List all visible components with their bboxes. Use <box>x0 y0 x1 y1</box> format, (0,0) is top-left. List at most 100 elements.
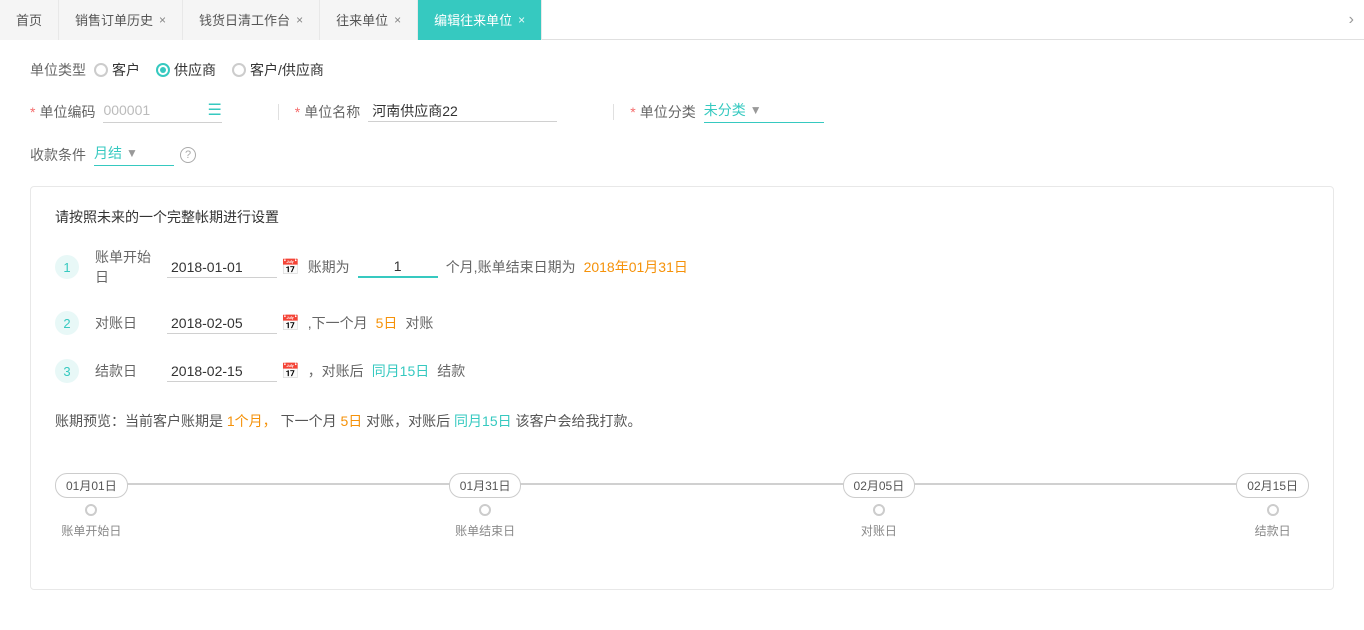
reconcile-date-input[interactable] <box>167 313 277 334</box>
tab-cash-work-label: 钱货日清工作台 <box>199 10 290 29</box>
payment-row: 收款条件 月结 ▼ ? <box>30 143 1334 166</box>
name-required: * <box>295 104 300 120</box>
code-input-wrap: ☰ <box>103 100 221 123</box>
payment-date-cal-icon[interactable]: 📅 <box>281 362 300 380</box>
preview-mid: 下一个月 <box>281 413 337 429</box>
preview-suffix: 该客户会给我打款。 <box>516 413 642 429</box>
node-pill-1: 01月01日 <box>55 473 128 498</box>
node-dot-1 <box>85 504 97 516</box>
radio-both[interactable]: 客户/供应商 <box>232 60 324 80</box>
code-input[interactable] <box>103 102 203 118</box>
row-num-1: 1 <box>55 255 79 279</box>
name-label: 单位名称 <box>304 102 360 122</box>
start-date-input[interactable] <box>167 257 277 278</box>
sep2 <box>613 104 614 120</box>
name-item: * 单位名称 <box>295 101 557 122</box>
period-text-1: 账期为 <box>308 257 350 277</box>
tabs-bar: 首页 销售订单历史 × 钱货日清工作台 × 往来单位 × 编辑往来单位 × › <box>0 0 1364 40</box>
period-row-2: 2 对账日 📅 ,下一个月 5日 对账 <box>55 311 1309 335</box>
section-title: 请按照未来的一个完整帐期进行设置 <box>55 207 1309 227</box>
tab-edit-partner[interactable]: 编辑往来单位 × <box>418 0 542 40</box>
node-dot-2 <box>479 504 491 516</box>
node-dot-4 <box>1267 504 1279 516</box>
period-text-6: 结款 <box>437 361 465 381</box>
tab-partner-label: 往来单位 <box>336 10 388 29</box>
payment-date-input[interactable] <box>167 361 277 382</box>
unit-type-radio-group: 客户 供应商 客户/供应商 <box>94 60 324 80</box>
unit-type-label: 单位类型 <box>30 60 86 80</box>
payment-dropdown[interactable]: 月结 ▼ <box>94 143 174 166</box>
timeline-node-2: 01月31日 账单结束日 <box>449 473 522 539</box>
timeline: 01月01日 账单开始日 01月31日 账单结束日 02月05日 对账日 02月… <box>55 463 1309 569</box>
payment-label: 收款条件 <box>30 145 86 165</box>
code-list-icon[interactable]: ☰ <box>207 100 221 120</box>
code-item: * 单位编码 ☰ <box>30 100 222 123</box>
payment-item: 收款条件 月结 ▼ ? <box>30 143 196 166</box>
category-dropdown[interactable]: 未分类 ▼ <box>704 100 824 123</box>
payment-help-icon[interactable]: ? <box>180 147 196 163</box>
sep1 <box>278 104 279 120</box>
tab-edit-partner-label: 编辑往来单位 <box>434 10 512 29</box>
category-label: 单位分类 <box>640 102 696 122</box>
code-required: * <box>30 104 35 120</box>
period-text-3: ,下一个月 <box>308 313 368 333</box>
node-sublabel-4: 结款日 <box>1255 522 1291 539</box>
unit-type-row: 单位类型 客户 供应商 客户/供应商 <box>30 60 1334 80</box>
radio-supplier-label: 供应商 <box>174 60 216 80</box>
timeline-node-3: 02月05日 对账日 <box>843 473 916 539</box>
tab-cash-work[interactable]: 钱货日清工作台 × <box>183 0 320 40</box>
category-dropdown-arrow: ▼ <box>750 103 762 117</box>
tab-edit-partner-close[interactable]: × <box>518 13 525 27</box>
period-text-5: ，对账后 <box>308 361 364 381</box>
period-section: 请按照未来的一个完整帐期进行设置 1 账单开始日 📅 账期为 个月,账单结束日期… <box>30 186 1334 590</box>
period-text-4: 对账 <box>405 313 433 333</box>
period-num-input[interactable] <box>358 256 438 278</box>
name-input[interactable] <box>368 101 557 122</box>
end-date-highlight: 2018年01月31日 <box>584 257 688 277</box>
preview-reconcile-day: 5日 <box>340 413 362 429</box>
preview-prefix: 账期预览：当前客户账期是 <box>55 413 223 429</box>
radio-both-label: 客户/供应商 <box>250 60 324 80</box>
tab-partner[interactable]: 往来单位 × <box>320 0 418 40</box>
unit-type-item: 单位类型 客户 供应商 客户/供应商 <box>30 60 324 80</box>
preview-period: 1个月， <box>227 413 277 429</box>
radio-customer[interactable]: 客户 <box>94 60 140 80</box>
radio-both-circle <box>232 63 246 77</box>
timeline-nodes: 01月01日 账单开始日 01月31日 账单结束日 02月05日 对账日 02月… <box>55 473 1309 539</box>
category-value: 未分类 <box>704 100 746 120</box>
code-name-category-row: * 单位编码 ☰ * 单位名称 * 单位分类 未分类 ▼ <box>30 100 1334 123</box>
reconcile-highlight: 5日 <box>376 313 398 333</box>
tab-cash-work-close[interactable]: × <box>296 13 303 27</box>
reconcile-date-cal-icon[interactable]: 📅 <box>281 314 300 332</box>
row-num-3: 3 <box>55 359 79 383</box>
radio-customer-circle <box>94 63 108 77</box>
row-label-3: 结款日 <box>95 361 155 381</box>
tab-sales-history-close[interactable]: × <box>159 13 166 27</box>
node-sublabel-3: 对账日 <box>861 522 897 539</box>
tab-sales-history[interactable]: 销售订单历史 × <box>59 0 183 40</box>
preview-text: 账期预览：当前客户账期是 1个月， 下一个月 5日 对账，对账后 同月15日 该… <box>55 407 1309 435</box>
node-dot-3 <box>873 504 885 516</box>
tab-sales-history-label: 销售订单历史 <box>75 10 153 29</box>
tab-partner-close[interactable]: × <box>394 13 401 27</box>
start-date-cal-icon[interactable]: 📅 <box>281 258 300 276</box>
payment-dropdown-arrow: ▼ <box>126 146 138 160</box>
preview-pay-day: 同月15日 <box>454 413 512 429</box>
timeline-node-4: 02月15日 结款日 <box>1236 473 1309 539</box>
timeline-node-1: 01月01日 账单开始日 <box>55 473 128 539</box>
payment-highlight: 同月15日 <box>372 361 430 381</box>
node-sublabel-1: 账单开始日 <box>61 522 121 539</box>
tab-home[interactable]: 首页 <box>0 0 59 40</box>
radio-supplier[interactable]: 供应商 <box>156 60 216 80</box>
row-num-2: 2 <box>55 311 79 335</box>
node-pill-4: 02月15日 <box>1236 473 1309 498</box>
node-pill-3: 02月05日 <box>843 473 916 498</box>
code-label: 单位编码 <box>39 102 95 122</box>
tabs-scroll-arrow[interactable]: › <box>1339 11 1364 29</box>
main-content: 单位类型 客户 供应商 客户/供应商 * 单位编码 <box>0 40 1364 630</box>
row-label-1: 账单开始日 <box>95 247 155 287</box>
period-row-3: 3 结款日 📅 ，对账后 同月15日 结款 <box>55 359 1309 383</box>
category-item: * 单位分类 未分类 ▼ <box>630 100 823 123</box>
preview-reconcile-suffix: 对账，对账后 <box>366 413 450 429</box>
category-required: * <box>630 104 635 120</box>
